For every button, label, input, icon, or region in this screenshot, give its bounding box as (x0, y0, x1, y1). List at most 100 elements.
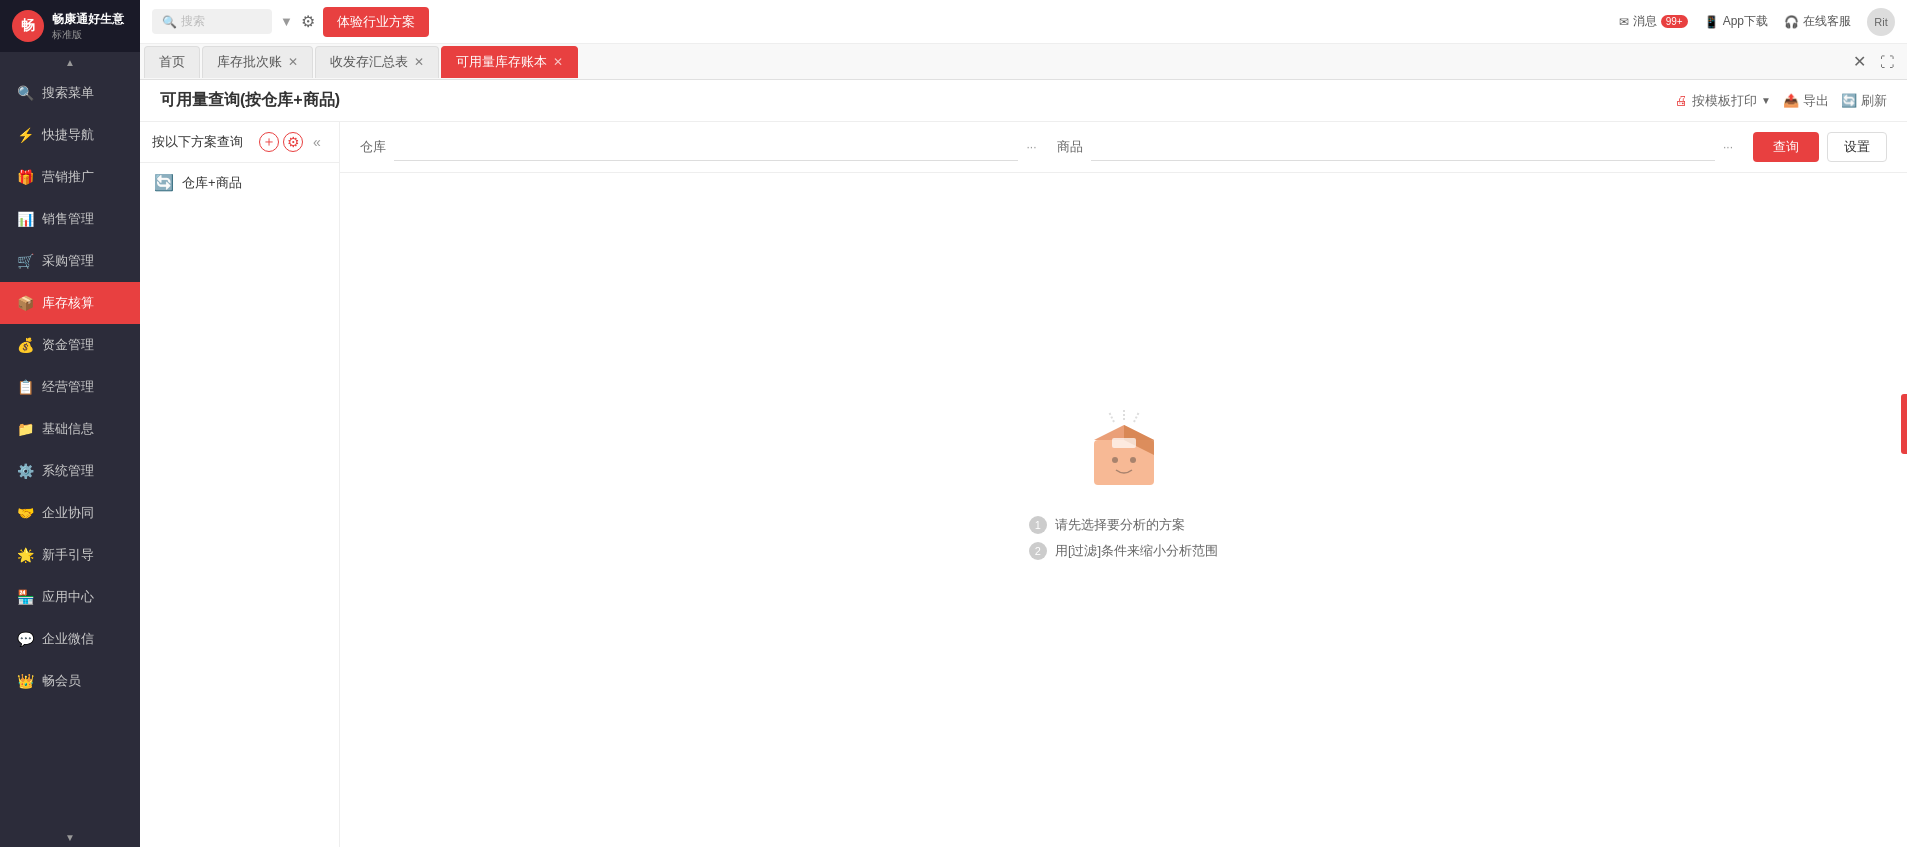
gear-icon[interactable]: ⚙ (301, 12, 315, 31)
base-icon: 📁 (16, 420, 34, 438)
sidebar-item-wechat[interactable]: 💬 企业微信 (0, 618, 140, 660)
warehouse-product-item[interactable]: 🔄 仓库+商品 (140, 163, 339, 202)
tip-text-2: 用[过滤]条件来缩小分析范围 (1055, 542, 1218, 560)
tabbar-expand-btn[interactable]: ⛶ (1875, 50, 1899, 74)
mobile-icon: 📱 (1704, 15, 1719, 29)
left-panel: 按以下方案查询 ＋ ⚙ « 🔄 仓库+商品 (140, 122, 340, 847)
sidebar-item-label-search: 搜索菜单 (42, 84, 94, 102)
page-header: 可用量查询(按仓库+商品) 🖨 按模板打印 ▼ 📤 导出 🔄 刷新 (140, 80, 1907, 122)
tab-receipt_summary[interactable]: 收发存汇总表✕ (315, 46, 439, 78)
marketing-icon: 🎁 (16, 168, 34, 186)
sales-icon: 📊 (16, 210, 34, 228)
tabbar-close-all-btn[interactable]: ✕ (1847, 50, 1871, 74)
sidebar-item-search[interactable]: 🔍 搜索菜单 (0, 72, 140, 114)
sidebar-item-sales[interactable]: 📊 销售管理 (0, 198, 140, 240)
tab-label-available_ledger: 可用量库存账本 (456, 53, 547, 71)
dropdown-icon[interactable]: ▼ (280, 14, 293, 29)
refresh-icon: 🔄 (1841, 93, 1857, 108)
trial-btn[interactable]: 体验行业方案 (323, 7, 429, 37)
product-filter-input[interactable] (1091, 133, 1715, 161)
warehouse-icon: 🔄 (154, 173, 174, 192)
warehouse-filter-input[interactable] (394, 133, 1018, 161)
user-avatar[interactable]: Rit (1867, 8, 1895, 36)
message-badge: 99+ (1661, 15, 1688, 28)
empty-tips: 1 请先选择要分析的方案 2 用[过滤]条件来缩小分析范围 (1029, 516, 1218, 560)
sidebar-title: 畅康通好生意 (52, 11, 124, 28)
sidebar-item-base[interactable]: 📁 基础信息 (0, 408, 140, 450)
content-area: 按以下方案查询 ＋ ⚙ « 🔄 仓库+商品 仓库 ··· (140, 122, 1907, 847)
empty-tip-1: 1 请先选择要分析的方案 (1029, 516, 1218, 534)
finance-icon: 💰 (16, 336, 34, 354)
product-more-btn[interactable]: ··· (1723, 140, 1733, 154)
sidebar-item-label-operation: 经营管理 (42, 378, 94, 396)
manage-scheme-btn[interactable]: ⚙ (283, 132, 303, 152)
left-panel-actions: ＋ ⚙ « (259, 132, 327, 152)
sidebar-item-purchase[interactable]: 🛒 采购管理 (0, 240, 140, 282)
sidebar-item-label-shortcut: 快捷导航 (42, 126, 94, 144)
refresh-btn[interactable]: 🔄 刷新 (1841, 92, 1887, 110)
page-title: 可用量查询(按仓库+商品) (160, 90, 340, 111)
app-download-label: App下载 (1723, 13, 1768, 30)
sidebar-scroll-down[interactable]: ▼ (0, 827, 140, 847)
right-edge-handle[interactable] (1901, 394, 1907, 454)
tab-label-batch_account: 库存批次账 (217, 53, 282, 71)
sidebar-subtitle: 标准版 (52, 28, 124, 42)
tab-close-receipt_summary[interactable]: ✕ (414, 56, 424, 68)
sidebar-item-label-newbie: 新手引导 (42, 546, 94, 564)
sidebar-item-label-appstore: 应用中心 (42, 588, 94, 606)
sidebar-item-inventory[interactable]: 📦 库存核算 (0, 282, 140, 324)
sidebar-item-shortcut[interactable]: ⚡ 快捷导航 (0, 114, 140, 156)
tab-close-available_ledger[interactable]: ✕ (553, 56, 563, 68)
sidebar-item-enterprise[interactable]: 🤝 企业协同 (0, 492, 140, 534)
wechat-icon: 💬 (16, 630, 34, 648)
app-download-btn[interactable]: 📱 App下载 (1704, 13, 1768, 30)
newbie-icon: 🌟 (16, 546, 34, 564)
system-icon: ⚙️ (16, 462, 34, 480)
tab-close-batch_account[interactable]: ✕ (288, 56, 298, 68)
tab-home[interactable]: 首页 (144, 46, 200, 78)
sidebar-item-label-purchase: 采购管理 (42, 252, 94, 270)
filter-actions: 查询 设置 (1753, 132, 1887, 162)
right-content: 仓库 ··· 商品 ··· 查询 设置 (340, 122, 1907, 847)
sidebar-item-newbie[interactable]: 🌟 新手引导 (0, 534, 140, 576)
message-label: 消息 (1633, 13, 1657, 30)
sidebar-item-marketing[interactable]: 🎁 营销推广 (0, 156, 140, 198)
export-label: 导出 (1803, 92, 1829, 110)
sidebar-item-member[interactable]: 👑 畅会员 (0, 660, 140, 702)
tab-available_ledger[interactable]: 可用量库存账本 ✕ (441, 46, 578, 78)
sidebar-item-label-marketing: 营销推广 (42, 168, 94, 186)
tabbar: 首页库存批次账✕收发存汇总表✕可用量库存账本✕ ✕ ⛶ (140, 44, 1907, 80)
query-btn[interactable]: 查询 (1753, 132, 1819, 162)
tip-num-2: 2 (1029, 542, 1047, 560)
appstore-icon: 🏪 (16, 588, 34, 606)
collapse-panel-btn[interactable]: « (307, 132, 327, 152)
tab-batch_account[interactable]: 库存批次账 ✕ (202, 46, 313, 78)
print-dropdown-icon[interactable]: ▼ (1761, 95, 1771, 106)
product-filter-field: 商品 ··· (1057, 133, 1734, 161)
sidebar-item-operation[interactable]: 📋 经营管理 (0, 366, 140, 408)
refresh-label: 刷新 (1861, 92, 1887, 110)
empty-state: 1 请先选择要分析的方案 2 用[过滤]条件来缩小分析范围 (340, 173, 1907, 847)
sidebar-item-finance[interactable]: 💰 资金管理 (0, 324, 140, 366)
sidebar-header[interactable]: 畅 畅康通好生意 标准版 (0, 0, 140, 52)
message-btn[interactable]: ✉ 消息 99+ (1619, 13, 1688, 30)
filter-row: 仓库 ··· 商品 ··· 查询 设置 (340, 122, 1907, 173)
sidebar-item-system[interactable]: ⚙️ 系统管理 (0, 450, 140, 492)
add-scheme-btn[interactable]: ＋ (259, 132, 279, 152)
left-panel-header: 按以下方案查询 ＋ ⚙ « (140, 122, 339, 163)
svg-rect-3 (1112, 438, 1136, 448)
template-print-btn[interactable]: 🖨 按模板打印 ▼ (1675, 92, 1771, 110)
setting-btn[interactable]: 设置 (1827, 132, 1887, 162)
sidebar-item-appstore[interactable]: 🏪 应用中心 (0, 576, 140, 618)
page-header-actions: 🖨 按模板打印 ▼ 📤 导出 🔄 刷新 (1675, 92, 1887, 110)
topbar-search[interactable]: 🔍 搜索 (152, 9, 272, 34)
purchase-icon: 🛒 (16, 252, 34, 270)
topbar: 🔍 搜索 ▼ ⚙ 体验行业方案 ✉ 消息 99+ 📱 App下载 🎧 在线客服 … (140, 0, 1907, 44)
export-btn[interactable]: 📤 导出 (1783, 92, 1829, 110)
tab-label-home: 首页 (159, 53, 185, 71)
warehouse-more-btn[interactable]: ··· (1026, 140, 1036, 154)
tabbar-controls: ✕ ⛶ (1847, 50, 1903, 74)
warehouse-filter-field: 仓库 ··· (360, 133, 1037, 161)
customer-service-btn[interactable]: 🎧 在线客服 (1784, 13, 1851, 30)
sidebar-scroll-up[interactable]: ▲ (0, 52, 140, 72)
